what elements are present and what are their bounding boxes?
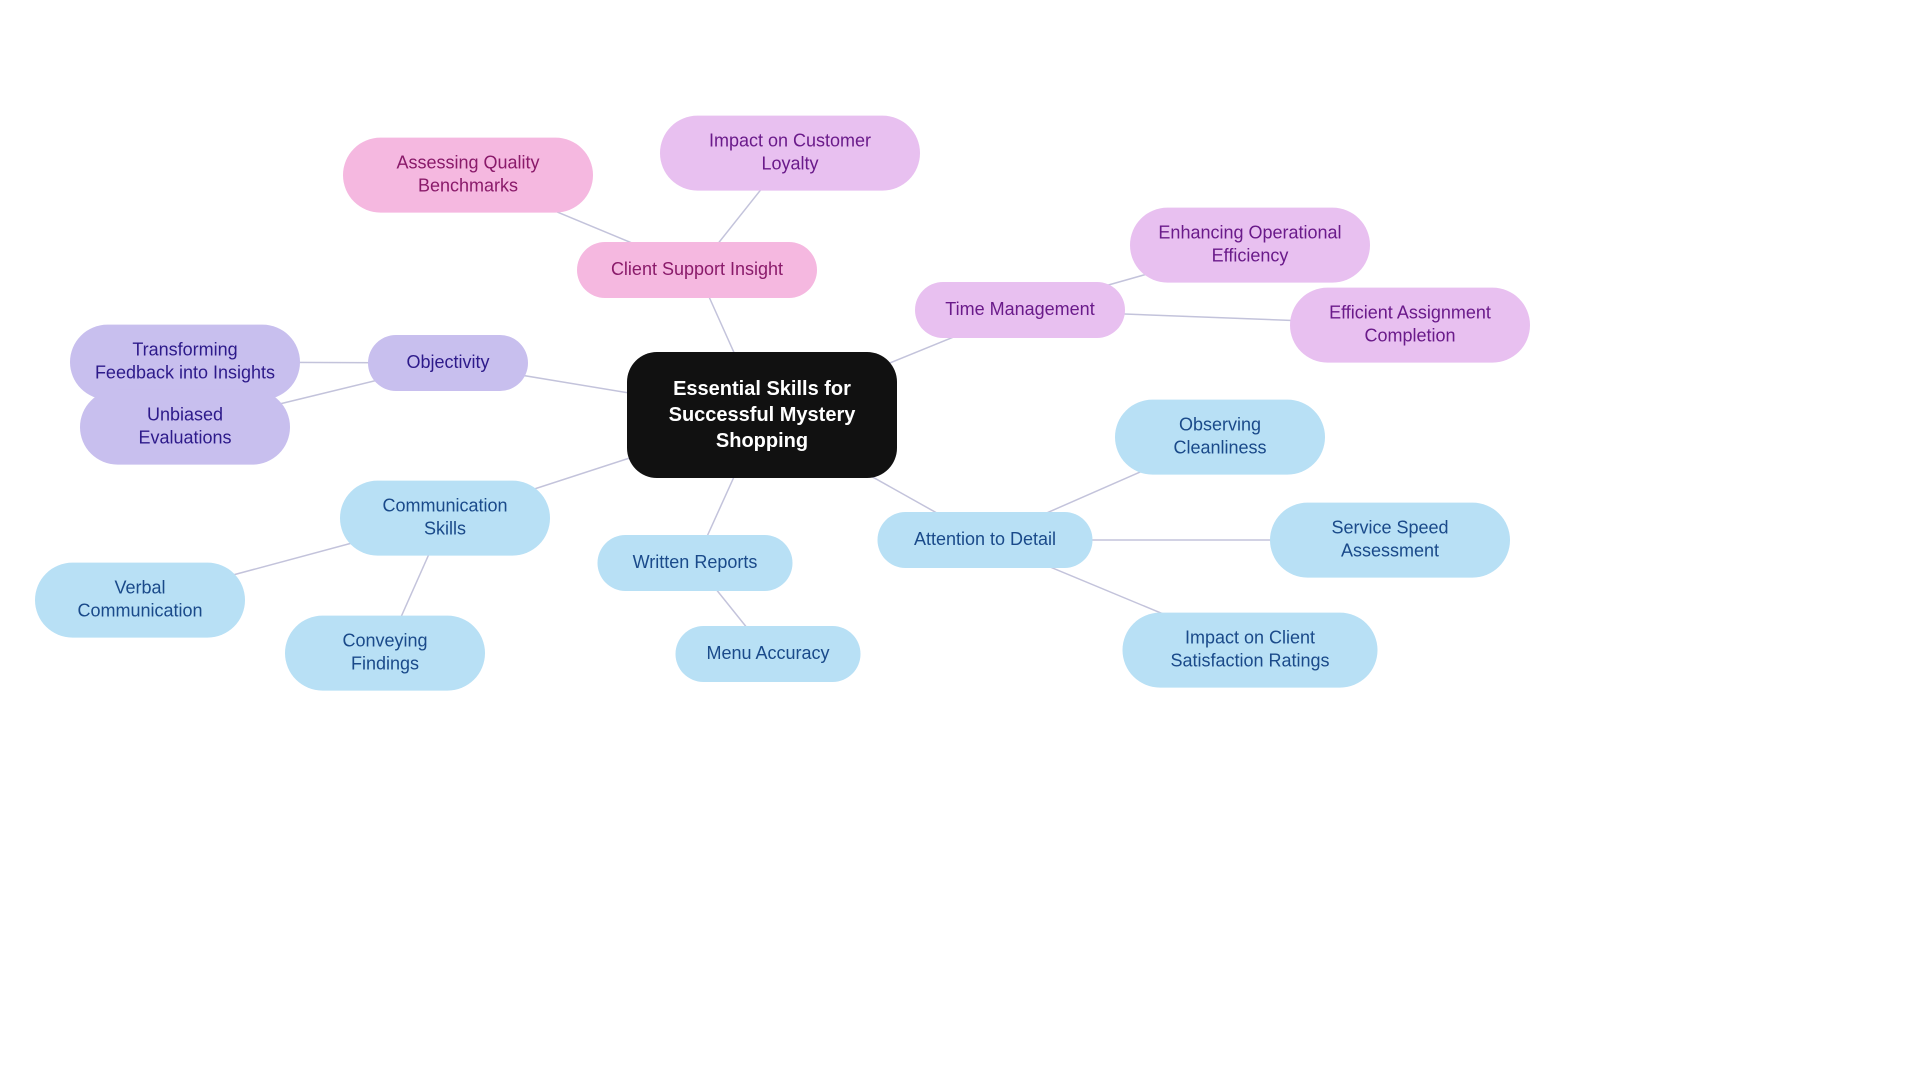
node-assessing-quality: Assessing Quality Benchmarks [343, 138, 593, 213]
node-client-satisfaction: Impact on Client Satisfaction Ratings [1123, 613, 1378, 688]
node-menu-accuracy: Menu Accuracy [676, 626, 861, 682]
node-transforming-feedback: Transforming Feedback into Insights [70, 325, 300, 400]
node-efficient-assignment: Efficient Assignment Completion [1290, 288, 1530, 363]
node-objectivity: Objectivity [368, 335, 528, 391]
node-time-management: Time Management [915, 282, 1125, 338]
node-observing-cleanliness: Observing Cleanliness [1115, 400, 1325, 475]
node-written-reports: Written Reports [598, 535, 793, 591]
node-enhancing-operational: Enhancing Operational Efficiency [1130, 208, 1370, 283]
node-impact-customer-loyalty: Impact on Customer Loyalty [660, 116, 920, 191]
center-node: Essential Skills for Successful Mystery … [627, 352, 897, 478]
node-conveying-findings: Conveying Findings [285, 616, 485, 691]
node-client-support: Client Support Insight [577, 242, 817, 298]
node-communication-skills: Communication Skills [340, 481, 550, 556]
node-service-speed: Service Speed Assessment [1270, 503, 1510, 578]
node-verbal-communication: Verbal Communication [35, 563, 245, 638]
node-attention-to-detail: Attention to Detail [878, 512, 1093, 568]
node-unbiased-evaluations: Unbiased Evaluations [80, 390, 290, 465]
